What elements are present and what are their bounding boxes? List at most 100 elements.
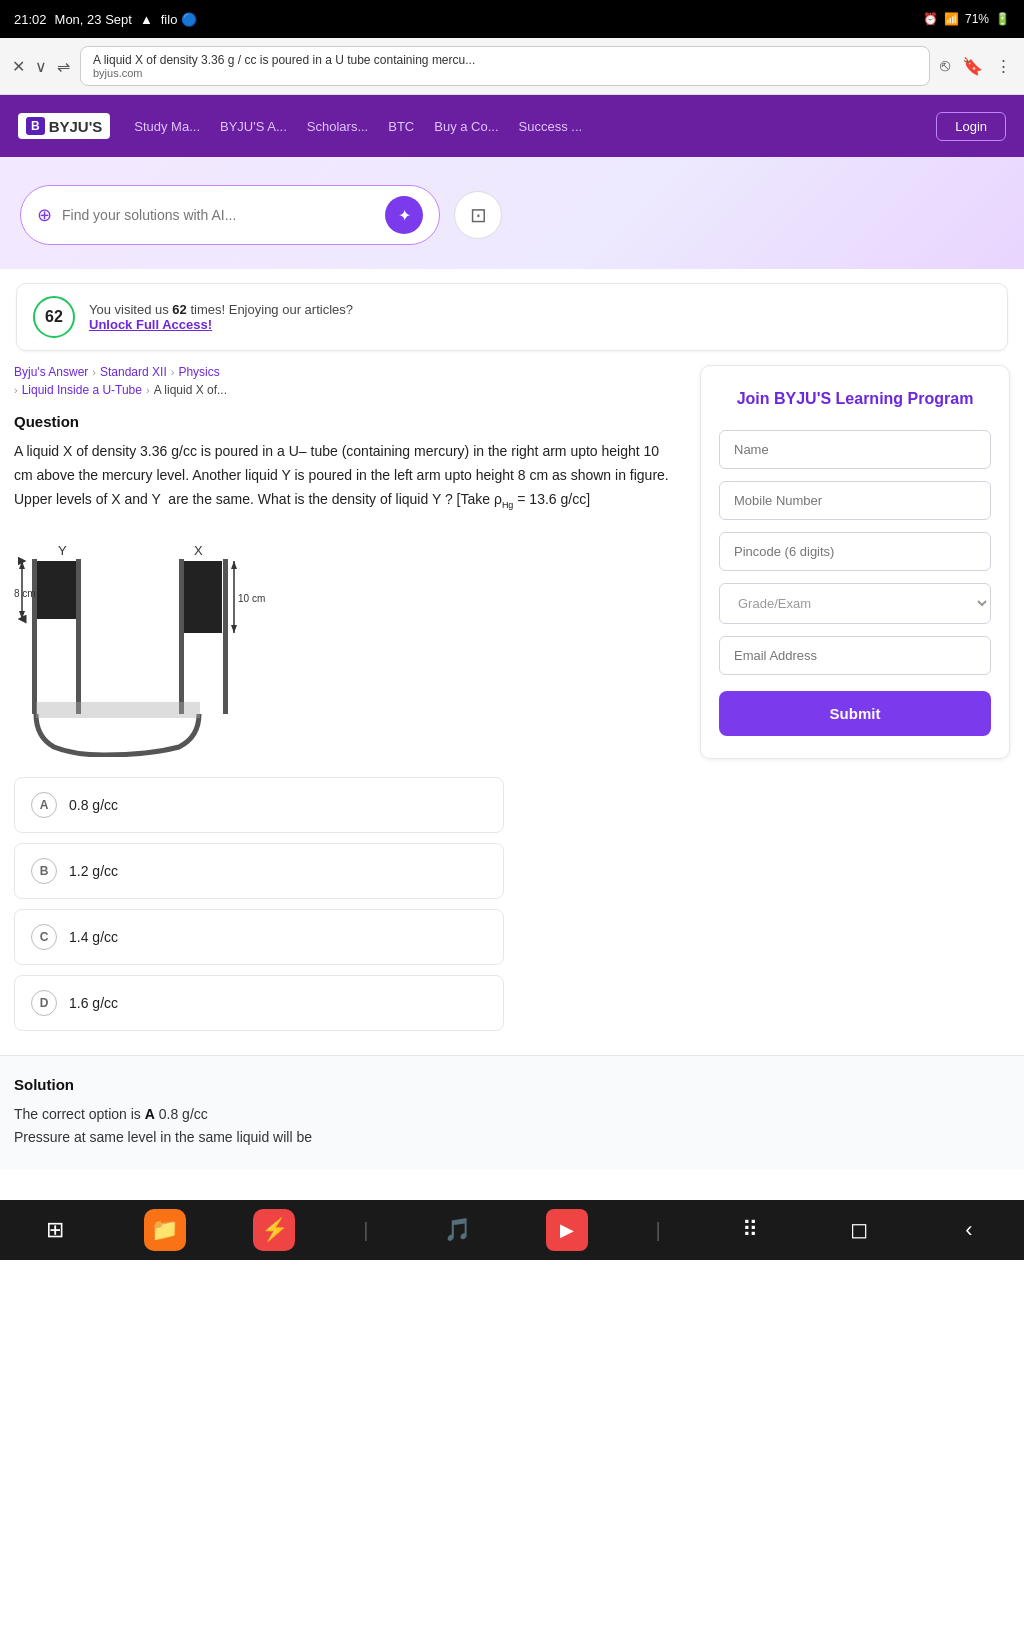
breadcrumb-item-0[interactable]: Byju's Answer — [14, 365, 88, 379]
nav-links: Study Ma... BYJU'S A... Scholars... BTC … — [134, 119, 912, 134]
breadcrumb-row2: › Liquid Inside a U-Tube › A liquid X of… — [14, 383, 680, 397]
visit-bar: 62 You visited us 62 times! Enjoying our… — [16, 283, 1008, 351]
nav-link-studyma[interactable]: Study Ma... — [134, 119, 200, 134]
option-a-text: 0.8 g/cc — [69, 797, 118, 813]
status-cloud: ▲ — [140, 12, 153, 27]
status-battery-icon: 🔋 — [995, 12, 1010, 26]
option-c-text: 1.4 g/cc — [69, 929, 118, 945]
join-title: Join BYJU'S Learning Program — [719, 388, 991, 410]
status-date: Mon, 23 Sept — [55, 12, 132, 27]
chevron-down-icon[interactable]: ∨ — [35, 57, 47, 76]
status-bar: 21:02 Mon, 23 Sept ▲ filo 🔵 ⏰ 📶 71% 🔋 — [0, 0, 1024, 38]
status-time: 21:02 — [14, 12, 47, 27]
option-c-letter: C — [31, 924, 57, 950]
breadcrumb-item-4: A liquid X of... — [154, 383, 227, 397]
more-icon[interactable]: ⋮ — [995, 56, 1012, 77]
svg-marker-14 — [231, 625, 237, 633]
search-box[interactable]: ⊕ ✦ — [20, 185, 440, 245]
email-field[interactable] — [719, 636, 991, 675]
diagram-container: Y X 8 cm — [14, 537, 274, 757]
page-url: byjus.com — [93, 67, 917, 79]
option-a-letter: A — [31, 792, 57, 818]
search-button[interactable]: ✦ — [385, 196, 423, 234]
pincode-field[interactable] — [719, 532, 991, 571]
nav-bar: B BYJU'S Study Ma... BYJU'S A... Scholar… — [0, 95, 1024, 157]
option-c[interactable]: C 1.4 g/cc — [14, 909, 504, 965]
svg-rect-8 — [36, 702, 200, 718]
square-icon[interactable]: ◻ — [838, 1209, 880, 1251]
grid-icon[interactable]: ⊞ — [34, 1209, 76, 1251]
status-signal: 📶 — [944, 12, 959, 26]
name-field[interactable] — [719, 430, 991, 469]
phone-icon[interactable]: ⠿ — [729, 1209, 771, 1251]
breadcrumb-item-1[interactable]: Standard XII — [100, 365, 167, 379]
camera-icon: ⊡ — [470, 203, 487, 227]
grade-select[interactable]: Grade/Exam Class 6 Class 7 Class 8 Class… — [719, 583, 991, 624]
nav-link-scholars[interactable]: Scholars... — [307, 119, 368, 134]
browser-nav-icons[interactable]: ✕ ∨ ⇌ — [12, 57, 70, 76]
search-input[interactable] — [62, 207, 375, 223]
option-b[interactable]: B 1.2 g/cc — [14, 843, 504, 899]
question-section: Question A liquid X of density 3.36 g/cc… — [14, 413, 680, 513]
flash-icon[interactable]: ⚡ — [253, 1209, 295, 1251]
browser-bar: ✕ ∨ ⇌ A liquid X of density 3.36 g / cc … — [0, 38, 1024, 95]
svg-rect-3 — [182, 561, 222, 633]
option-d[interactable]: D 1.6 g/cc — [14, 975, 504, 1031]
byjus-logo[interactable]: B BYJU'S — [18, 113, 110, 139]
status-user: filo 🔵 — [161, 12, 197, 27]
nav-divider-2: | — [656, 1219, 661, 1242]
ai-search-icon: ⊕ — [37, 204, 52, 226]
browser-actions[interactable]: ⎋ 🔖 ⋮ — [940, 56, 1012, 77]
option-b-text: 1.2 g/cc — [69, 863, 118, 879]
url-area[interactable]: A liquid X of density 3.36 g / cc is pou… — [80, 46, 930, 86]
svg-text:8 cm: 8 cm — [14, 588, 36, 599]
share-icon[interactable]: ⎋ — [940, 56, 950, 77]
option-d-text: 1.6 g/cc — [69, 995, 118, 1011]
svg-rect-6 — [179, 559, 184, 714]
nav-divider-1: | — [363, 1219, 368, 1242]
main-content: Byju's Answer › Standard XII › Physics ›… — [0, 365, 1024, 1055]
svg-marker-13 — [231, 561, 237, 569]
camera-button[interactable]: ⊡ — [454, 191, 502, 239]
options-list: A 0.8 g/cc B 1.2 g/cc C 1.4 g/cc D 1.6 g… — [14, 777, 680, 1031]
unlock-link[interactable]: Unlock Full Access! — [89, 317, 353, 332]
files-icon[interactable]: 📁 — [144, 1209, 186, 1251]
tabs-icon[interactable]: ⇌ — [57, 57, 70, 76]
svg-rect-4 — [32, 559, 37, 714]
solution-section: Solution The correct option is A 0.8 g/c… — [0, 1055, 1024, 1171]
mobile-field[interactable] — [719, 481, 991, 520]
join-card: Join BYJU'S Learning Program Grade/Exam … — [700, 365, 1010, 759]
close-icon[interactable]: ✕ — [12, 57, 25, 76]
bottom-nav: ⊞ 📁 ⚡ | 🎵 ▶ | ⠿ ◻ ‹ — [0, 1200, 1024, 1260]
nav-link-buyaco[interactable]: Buy a Co... — [434, 119, 498, 134]
login-button[interactable]: Login — [936, 112, 1006, 141]
nav-link-success[interactable]: Success ... — [519, 119, 583, 134]
solution-text: The correct option is A 0.8 g/cc Pressur… — [14, 1103, 1010, 1151]
option-a[interactable]: A 0.8 g/cc — [14, 777, 504, 833]
breadcrumb: Byju's Answer › Standard XII › Physics — [14, 365, 680, 379]
utube-diagram: Y X 8 cm — [14, 537, 274, 757]
svg-rect-2 — [36, 561, 76, 619]
bookmark-icon[interactable]: 🔖 — [962, 56, 983, 77]
youtube-icon[interactable]: ▶ — [546, 1209, 588, 1251]
page-title: A liquid X of density 3.36 g / cc is pou… — [93, 53, 917, 67]
svg-rect-5 — [76, 559, 81, 714]
nav-link-btc[interactable]: BTC — [388, 119, 414, 134]
visit-text: You visited us 62 times! Enjoying our ar… — [89, 302, 353, 317]
question-text: A liquid X of density 3.36 g/cc is poure… — [14, 440, 680, 513]
option-d-letter: D — [31, 990, 57, 1016]
solution-label: Solution — [14, 1076, 1010, 1093]
svg-rect-7 — [223, 559, 228, 714]
svg-text:10 cm: 10 cm — [238, 593, 265, 604]
submit-button[interactable]: Submit — [719, 691, 991, 736]
breadcrumb-item-2[interactable]: Physics — [178, 365, 219, 379]
nav-link-byjusa[interactable]: BYJU'S A... — [220, 119, 287, 134]
logo-box: B — [26, 117, 45, 135]
back-icon[interactable]: ‹ — [948, 1209, 990, 1251]
search-icon: ✦ — [398, 206, 411, 225]
question-label: Question — [14, 413, 680, 430]
status-battery: 71% — [965, 12, 989, 26]
logo-text: BYJU'S — [49, 118, 103, 135]
audio-icon[interactable]: 🎵 — [436, 1209, 478, 1251]
breadcrumb-item-3[interactable]: Liquid Inside a U-Tube — [22, 383, 142, 397]
